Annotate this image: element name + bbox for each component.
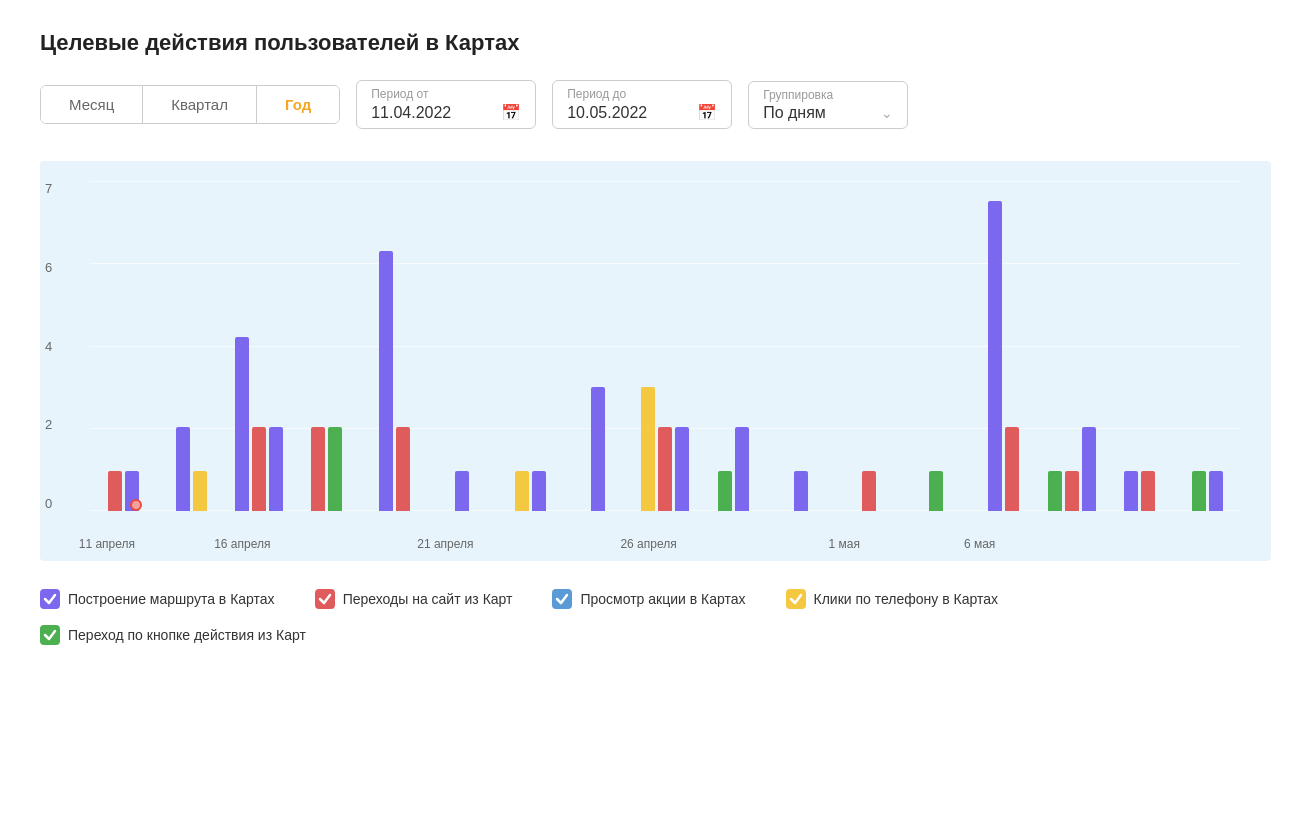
bar (379, 251, 393, 511)
period-from-value: 11.04.2022 (371, 104, 451, 122)
legend-item-action[interactable]: Переход по кнопке действия из Карт (40, 625, 306, 645)
calendar-to-icon: 📅 (697, 103, 717, 122)
legend-checkbox-site[interactable] (315, 589, 335, 609)
period-to-field[interactable]: Период до 10.05.2022 📅 (552, 80, 732, 129)
legend-label: Переход по кнопке действия из Карт (68, 627, 306, 643)
bar-group (225, 337, 293, 511)
bar (591, 387, 605, 511)
calendar-from-icon: 📅 (501, 103, 521, 122)
bar (658, 427, 672, 511)
period-to-value: 10.05.2022 (567, 104, 647, 122)
bar (328, 427, 342, 511)
chart-area: 76420 11 апреля16 апреля21 апреля26 апре… (90, 181, 1241, 551)
bar (252, 427, 266, 511)
tooltip-dot (130, 499, 142, 511)
legend-label: Переходы на сайт из Карт (343, 591, 513, 607)
bar (1141, 471, 1155, 511)
bar (1065, 471, 1079, 511)
bar (311, 427, 325, 511)
legend-checkbox-route[interactable] (40, 589, 60, 609)
bar-group (1038, 427, 1106, 511)
bar (718, 471, 732, 511)
bar-group (158, 427, 226, 511)
period-from-field[interactable]: Период от 11.04.2022 📅 (356, 80, 536, 129)
bar (641, 387, 655, 511)
bar (1048, 471, 1062, 511)
bar (929, 471, 943, 511)
legend-item-route[interactable]: Построение маршрута в Картах (40, 589, 275, 609)
bar (176, 427, 190, 511)
bar (735, 427, 749, 511)
y-axis-label: 7 (45, 181, 52, 196)
bar (1124, 471, 1138, 511)
legend: Построение маршрута в Картах Переходы на … (40, 589, 1271, 645)
bar-group (496, 471, 564, 511)
x-axis: 11 апреля16 апреля21 апреля26 апреля1 ма… (90, 511, 1241, 551)
tab-month[interactable]: Месяц (41, 86, 143, 123)
chart-container: 7 6 4 2 0 11 апреля 16 апреля 21 апреля 26 апре… (40, 161, 1271, 561)
bar-group (1173, 471, 1241, 511)
bar (675, 427, 689, 511)
bar (515, 471, 529, 511)
period-tabs: МесяцКварталГод (40, 85, 340, 124)
bar-group (632, 387, 700, 511)
legend-checkbox-action[interactable] (40, 625, 60, 645)
bar-group (902, 471, 970, 511)
legend-label: Просмотр акции в Картах (580, 591, 745, 607)
x-axis-label: 21 апреля (417, 537, 473, 551)
y-axis-label: 4 (45, 339, 52, 354)
page-title: Целевые действия пользователей в Картах (40, 30, 1271, 56)
bar-group (564, 387, 632, 511)
bar-group (699, 427, 767, 511)
legend-item-promo[interactable]: Просмотр акции в Картах (552, 589, 745, 609)
bar (862, 471, 876, 511)
legend-checkbox-promo[interactable] (552, 589, 572, 609)
bar (396, 427, 410, 511)
tab-quarter[interactable]: Квартал (143, 86, 257, 123)
bar (1192, 471, 1206, 511)
x-axis-label: 1 мая (828, 537, 859, 551)
controls-bar: МесяцКварталГод Период от 11.04.2022 📅 П… (40, 80, 1271, 129)
legend-item-site[interactable]: Переходы на сайт из Карт (315, 589, 513, 609)
group-label: Группировка (763, 88, 893, 102)
x-axis-label: 6 мая (964, 537, 995, 551)
bar (1082, 427, 1096, 511)
bar (193, 471, 207, 511)
bar-group (1106, 471, 1174, 511)
legend-checkbox-phone[interactable] (786, 589, 806, 609)
tab-year[interactable]: Год (257, 86, 339, 123)
bar (532, 471, 546, 511)
bar (269, 427, 283, 511)
bar-group (90, 471, 158, 511)
y-axis-label: 6 (45, 260, 52, 275)
bar-group (767, 471, 835, 511)
bar (1209, 471, 1223, 511)
group-value: По дням (763, 104, 826, 122)
period-from-label: Период от (371, 87, 521, 101)
x-axis-label: 26 апреля (620, 537, 676, 551)
bar (988, 201, 1002, 511)
bar-group (361, 251, 429, 511)
bar-group (293, 427, 361, 511)
chevron-down-icon: ⌄ (881, 105, 893, 121)
y-axis-label: 2 (45, 417, 52, 432)
bar-group (429, 471, 497, 511)
bars-area (90, 181, 1241, 511)
y-axis: 7 6 4 2 0 (45, 181, 52, 511)
grouping-field[interactable]: Группировка По дням ⌄ (748, 81, 908, 129)
legend-label: Клики по телефону в Картах (814, 591, 998, 607)
bar (108, 471, 122, 511)
y-axis-label: 0 (45, 496, 52, 511)
bar-group (970, 201, 1038, 511)
bar (455, 471, 469, 511)
x-axis-label: 11 апреля (79, 537, 135, 551)
bar (235, 337, 249, 511)
bar-group (835, 471, 903, 511)
bar (794, 471, 808, 511)
bar (1005, 427, 1019, 511)
x-axis-label: 16 апреля (214, 537, 270, 551)
legend-label: Построение маршрута в Картах (68, 591, 275, 607)
legend-item-phone[interactable]: Клики по телефону в Картах (786, 589, 998, 609)
period-to-label: Период до (567, 87, 717, 101)
